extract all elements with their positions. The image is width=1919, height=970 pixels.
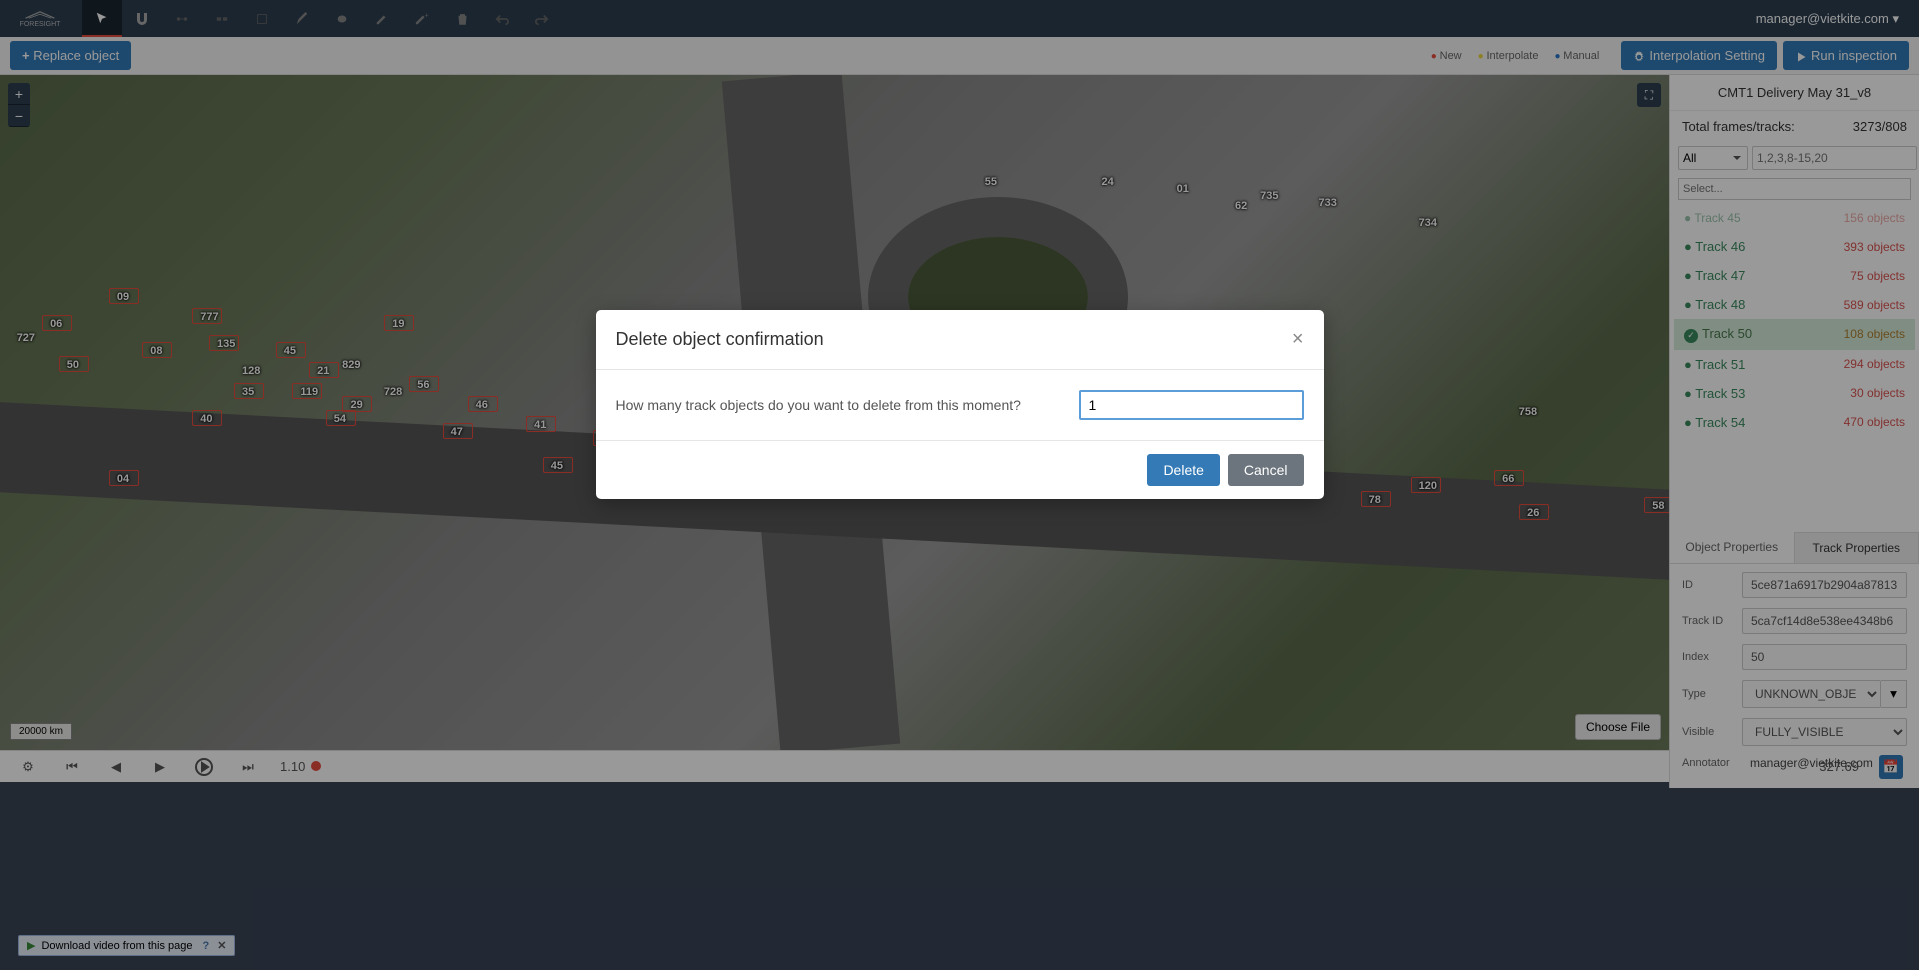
- modal-close-button[interactable]: ×: [1292, 328, 1304, 351]
- delete-confirmation-modal: Delete object confirmation × How many tr…: [596, 310, 1324, 499]
- modal-count-input[interactable]: [1079, 390, 1304, 420]
- modal-overlay[interactable]: Delete object confirmation × How many tr…: [0, 0, 1919, 970]
- modal-question: How many track objects do you want to de…: [616, 397, 1021, 413]
- modal-title: Delete object confirmation: [616, 329, 824, 350]
- modal-cancel-button[interactable]: Cancel: [1228, 454, 1304, 486]
- modal-delete-button[interactable]: Delete: [1147, 454, 1219, 486]
